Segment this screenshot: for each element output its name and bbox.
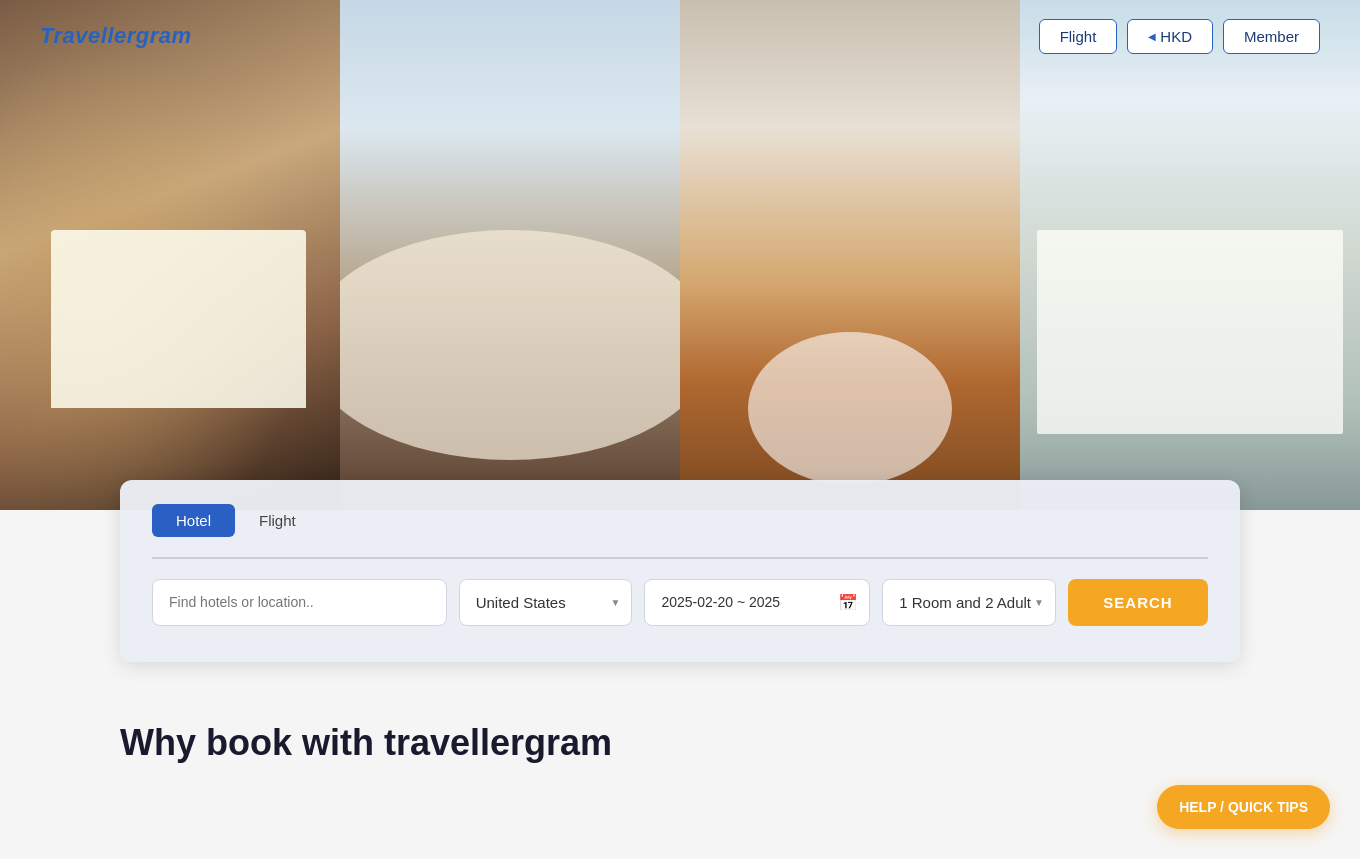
tab-flight[interactable]: Flight — [235, 504, 320, 537]
location-input[interactable] — [152, 579, 447, 626]
country-select-wrap: United States United Kingdom Australia C… — [459, 579, 633, 626]
country-select[interactable]: United States United Kingdom Australia C… — [459, 579, 633, 626]
header: Travellergram Flight HKD Member — [0, 0, 1360, 72]
tab-divider — [152, 557, 1208, 559]
hero-image-3 — [680, 0, 1020, 510]
rooms-select-wrap: 1 Room and 1 Adult 1 Room and 2 Adult 2 … — [882, 579, 1056, 626]
main-content: Why book with travellergram — [0, 662, 1360, 812]
rooms-select[interactable]: 1 Room and 1 Adult 1 Room and 2 Adult 2 … — [882, 579, 1056, 626]
search-button[interactable]: SEARCH — [1068, 579, 1208, 626]
hero-image-4 — [1020, 0, 1360, 510]
search-panel: Hotel Flight United States United Kingdo… — [120, 480, 1240, 662]
help-button[interactable]: HELP / QUICK TIPS — [1157, 785, 1330, 829]
search-row: United States United Kingdom Australia C… — [152, 579, 1208, 626]
date-range-wrap: 📅 — [644, 579, 870, 626]
tab-hotel[interactable]: Hotel — [152, 504, 235, 537]
section-title: Why book with travellergram — [120, 722, 1240, 764]
flight-button[interactable]: Flight — [1039, 19, 1118, 54]
hero-image-2 — [340, 0, 680, 510]
currency-button[interactable]: HKD — [1127, 19, 1213, 54]
logo: Travellergram — [40, 23, 192, 49]
search-tabs: Hotel Flight — [152, 504, 1208, 537]
member-button[interactable]: Member — [1223, 19, 1320, 54]
header-nav: Flight HKD Member — [1039, 19, 1320, 54]
hero-section — [0, 0, 1360, 510]
hero-image-1 — [0, 0, 340, 510]
date-range-input[interactable] — [644, 579, 870, 626]
